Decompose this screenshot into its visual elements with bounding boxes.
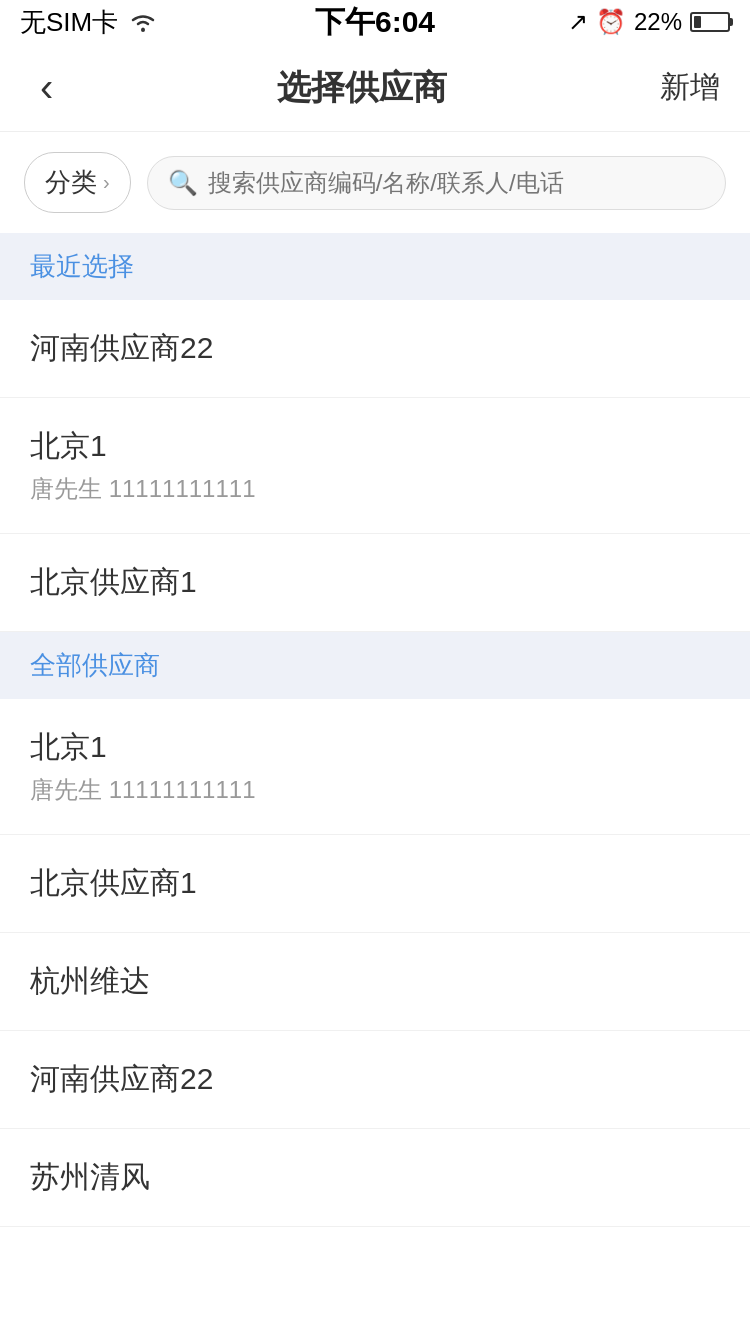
- status-right: ↗ ⏰ 22%: [568, 8, 730, 36]
- item-name: 河南供应商22: [30, 1059, 720, 1100]
- status-time: 下午6:04: [315, 2, 435, 43]
- all-items-list: 北京1 唐先生 11111111111 北京供应商1 杭州维达河南供应商22 苏州清风: [0, 699, 750, 1227]
- carrier-text: 无SIM卡: [20, 5, 118, 40]
- item-name: 北京供应商1: [30, 863, 720, 904]
- list-item[interactable]: 苏州清风: [0, 1129, 750, 1227]
- battery-icon: [690, 12, 730, 32]
- all-section-label: 全部供应商: [30, 650, 160, 680]
- item-name: 北京1: [30, 727, 720, 768]
- all-section-header: 全部供应商: [0, 632, 750, 699]
- page-title: 选择供应商: [277, 65, 447, 111]
- list-item[interactable]: 北京供应商1: [0, 534, 750, 632]
- list-item[interactable]: 北京1 唐先生 11111111111: [0, 699, 750, 835]
- item-name: 北京供应商1: [30, 562, 720, 603]
- filter-bar: 分类 › 🔍: [0, 132, 750, 233]
- list-item[interactable]: 北京1 唐先生 11111111111: [0, 398, 750, 534]
- search-container: 🔍: [147, 156, 726, 210]
- item-name: 北京1: [30, 426, 720, 467]
- recent-section-header: 最近选择: [0, 233, 750, 300]
- category-label: 分类: [45, 165, 97, 200]
- nav-bar: ‹ 选择供应商 新增: [0, 44, 750, 132]
- chevron-right-icon: ›: [103, 171, 110, 194]
- wifi-icon: [128, 11, 158, 33]
- item-name: 苏州清风: [30, 1157, 720, 1198]
- add-button[interactable]: 新增: [660, 67, 720, 108]
- battery-pct: 22%: [634, 8, 682, 36]
- item-sub: 唐先生 11111111111: [30, 774, 720, 806]
- item-name: 河南供应商22: [30, 328, 720, 369]
- list-item[interactable]: 河南供应商22: [0, 1031, 750, 1129]
- search-icon: 🔍: [168, 169, 198, 197]
- recent-items-list: 河南供应商22 北京1 唐先生 11111111111 北京供应商1: [0, 300, 750, 632]
- status-bar: 无SIM卡 下午6:04 ↗ ⏰ 22%: [0, 0, 750, 44]
- back-button[interactable]: ‹: [30, 55, 63, 120]
- status-left: 无SIM卡: [20, 5, 158, 40]
- item-sub: 唐先生 11111111111: [30, 473, 720, 505]
- alarm-icon: ⏰: [596, 8, 626, 36]
- list-item[interactable]: 杭州维达: [0, 933, 750, 1031]
- list-item[interactable]: 北京供应商1: [0, 835, 750, 933]
- battery-fill: [694, 16, 701, 28]
- svg-point-0: [141, 28, 145, 32]
- search-input[interactable]: [208, 169, 705, 197]
- list-item[interactable]: 河南供应商22: [0, 300, 750, 398]
- location-icon: ↗: [568, 8, 588, 36]
- recent-section-label: 最近选择: [30, 251, 134, 281]
- item-name: 杭州维达: [30, 961, 720, 1002]
- category-filter-button[interactable]: 分类 ›: [24, 152, 131, 213]
